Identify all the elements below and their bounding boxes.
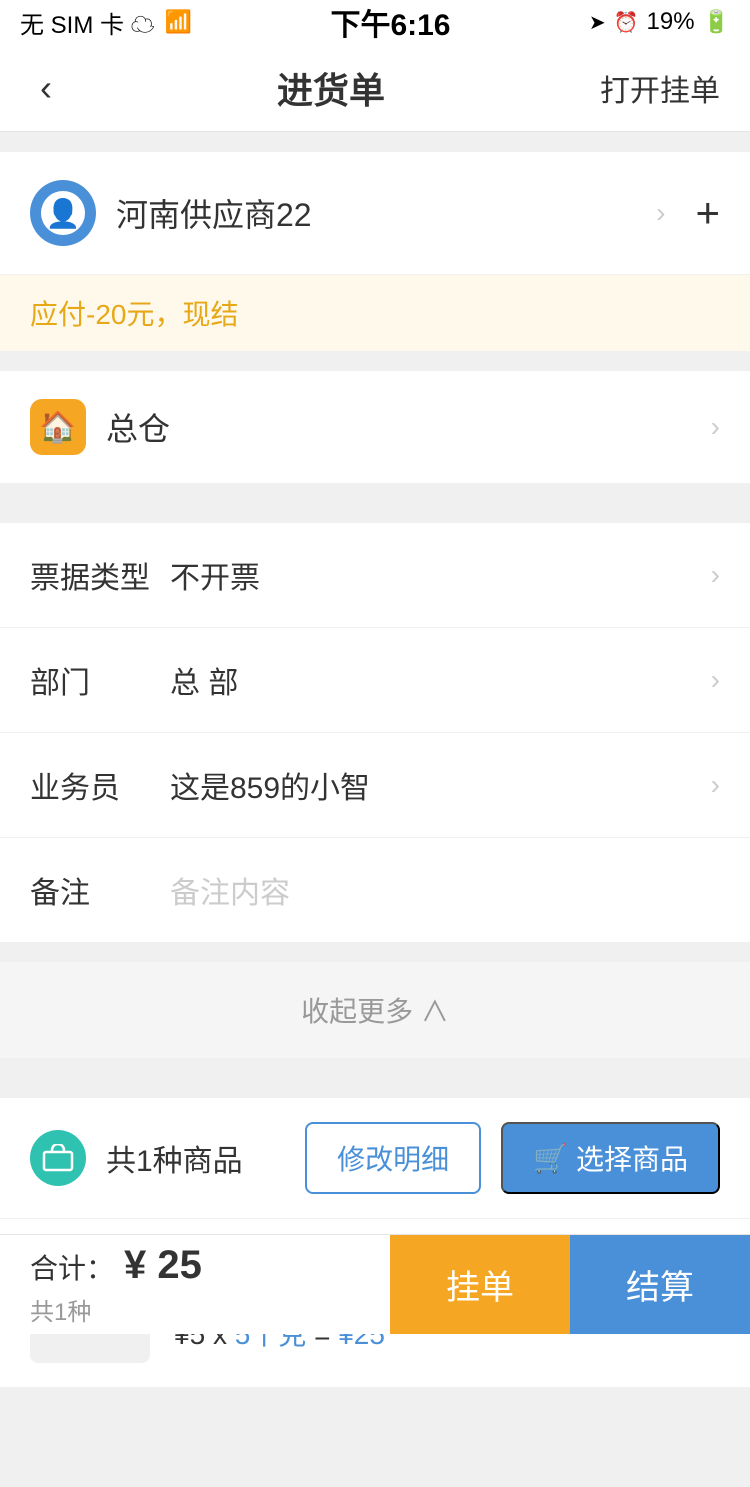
salesperson-label: 业务员 [30,763,170,807]
department-value: 总 部 [170,658,711,702]
section-divider-1 [0,132,750,152]
nav-bar: ‹ 进货单 打开挂单 [0,44,750,132]
form-section: 票据类型 不开票 › 部门 总 部 › 业务员 这是859的小智 › 备注 备注… [0,523,750,942]
bottom-total-section: 合计： ¥ 25 共1种 [0,1235,390,1334]
invoice-chevron-icon: › [711,559,720,591]
department-label: 部门 [30,658,170,702]
location-icon: ➤ [589,10,606,35]
supplier-name: 河南供应商22 [116,190,656,236]
total-sub-label: 共1种 [30,1292,360,1327]
section-divider-4 [0,1058,750,1078]
supplier-alert: 应付-20元，现结 [0,275,750,351]
invoice-type-label: 票据类型 [30,553,170,597]
select-product-icon: 🛒 [533,1142,568,1175]
status-time: 下午6:16 [330,0,450,44]
bottom-bar: 合计： ¥ 25 共1种 挂单 结算 [0,1234,750,1334]
no-sim-text: 无 SIM 卡 ☁ [20,5,155,40]
checkout-button[interactable]: 结算 [570,1235,750,1334]
wifi-icon: 📶 [165,9,192,35]
total-row: 合计： ¥ 25 [30,1243,360,1288]
status-left: 无 SIM 卡 ☁ 📶 [20,5,192,40]
invoice-type-row[interactable]: 票据类型 不开票 › [0,523,750,628]
warehouse-name: 总仓 [106,404,711,450]
product-header: 共1种商品 修改明细 🛒 选择商品 [0,1098,750,1219]
product-icon [30,1130,86,1186]
battery-icon: 🔋 [703,9,730,35]
warehouse-icon: 🏠 [30,399,86,455]
warehouse-chevron-icon: › [711,411,720,443]
invoice-type-value: 不开票 [170,553,711,597]
person-icon: 👤 [46,197,81,230]
total-label: 合计： [30,1247,114,1287]
remarks-label: 备注 [30,868,170,912]
supplier-chevron-icon: › [656,197,665,229]
warehouse-card: 🏠 总仓 › [0,371,750,483]
salesperson-value: 这是859的小智 [170,763,711,807]
status-bar: 无 SIM 卡 ☁ 📶 下午6:16 ➤ ⏰ 19% 🔋 [0,0,750,44]
collapse-button[interactable]: 收起更多 ∧ [0,962,750,1058]
select-product-label: 选择商品 [576,1138,688,1178]
section-divider-3 [0,483,750,503]
salesperson-row[interactable]: 业务员 这是859的小智 › [0,733,750,838]
remarks-placeholder: 备注内容 [170,868,720,912]
section-divider-2 [0,351,750,371]
status-right: ➤ ⏰ 19% 🔋 [589,8,730,36]
department-chevron-icon: › [711,664,720,696]
avatar-inner: 👤 [41,191,85,235]
salesperson-chevron-icon: › [711,769,720,801]
product-count-label: 共1种商品 [106,1136,305,1180]
edit-detail-button[interactable]: 修改明细 [305,1122,481,1194]
alarm-icon: ⏰ [614,10,639,35]
warehouse-row[interactable]: 🏠 总仓 › [0,371,750,483]
page-title: 进货单 [277,62,385,114]
open-hang-button[interactable]: 打开挂单 [600,66,720,110]
department-row[interactable]: 部门 总 部 › [0,628,750,733]
back-button[interactable]: ‹ [30,57,62,119]
select-product-button[interactable]: 🛒 选择商品 [501,1122,720,1194]
supplier-card: 👤 河南供应商22 › + 应付-20元，现结 [0,152,750,351]
hang-order-button[interactable]: 挂单 [390,1235,570,1334]
total-amount: ¥ 25 [124,1243,202,1288]
remarks-row[interactable]: 备注 备注内容 [0,838,750,942]
supplier-avatar: 👤 [30,180,96,246]
add-supplier-button[interactable]: + [695,189,720,237]
supplier-row[interactable]: 👤 河南供应商22 › + [0,152,750,275]
bottom-spacer [0,1387,750,1487]
battery-percent: 19% [647,8,695,36]
